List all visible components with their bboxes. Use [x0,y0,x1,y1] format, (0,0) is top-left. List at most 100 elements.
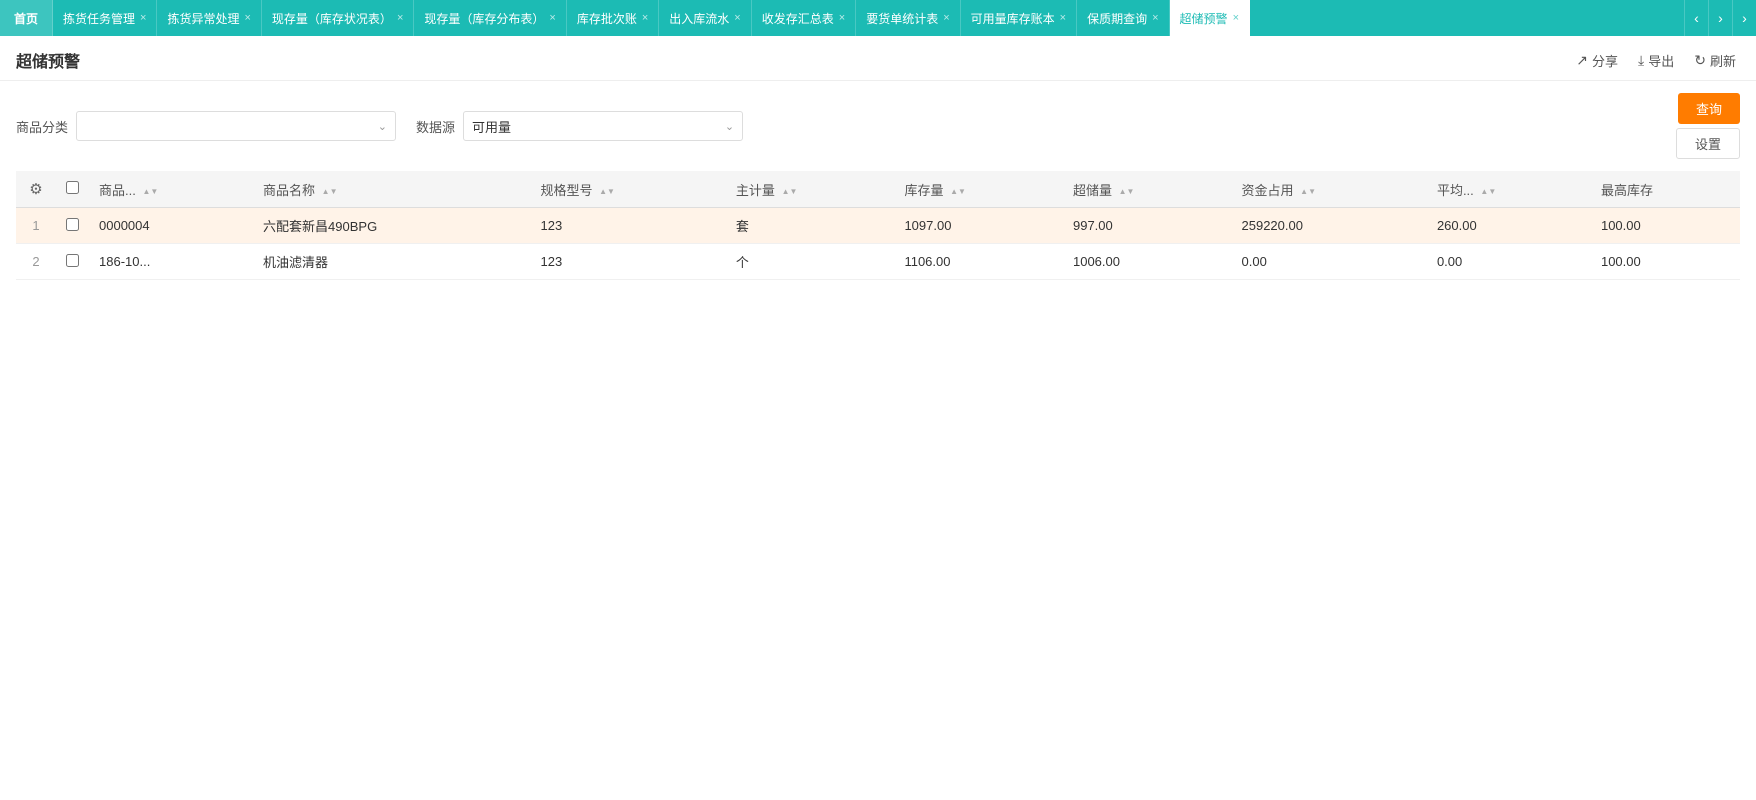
table-row: 1 0000004 六配套新昌490BPG 123 套 1097.00 997.… [16,208,1740,244]
nav-prev-arrow[interactable]: ‹ [1684,0,1708,36]
select-all-checkbox[interactable] [66,181,79,194]
nav-tab-3[interactable]: 现存量（库存状况表） × [262,0,414,36]
col-gear: ⚙ [16,171,56,208]
row-stock-1: 1106.00 [894,244,1063,280]
close-tab-6[interactable]: × [734,12,740,24]
nav-home[interactable]: 首页 [0,0,53,36]
sort-stock-icon[interactable]: ▲▼ [950,187,966,196]
col-code: 商品... ▲▼ [89,171,253,208]
sort-capital-icon[interactable]: ▲▼ [1300,187,1316,196]
table-body: 1 0000004 六配套新昌490BPG 123 套 1097.00 997.… [16,208,1740,280]
close-tab-3[interactable]: × [397,12,403,24]
nav-next-arrow[interactable]: › [1708,0,1732,36]
nav-bar: 首页 拣货任务管理 × 拣货异常处理 × 现存量（库存状况表） × 现存量（库存… [0,0,1756,36]
sort-overflow-icon[interactable]: ▲▼ [1119,187,1135,196]
nav-tab-7[interactable]: 收发存汇总表 × [752,0,856,36]
row-avg-0: 260.00 [1427,208,1591,244]
row-checkbox-cell-0 [56,208,89,244]
row-maxstock-1: 100.00 [1591,244,1740,280]
export-icon: ⤓ [1638,52,1644,69]
table-header-row: ⚙ 商品... ▲▼ 商品名称 ▲▼ 规格型号 ▲▼ [16,171,1740,208]
table-container: ⚙ 商品... ▲▼ 商品名称 ▲▼ 规格型号 ▲▼ [0,171,1756,280]
col-unit: 主计量 ▲▼ [726,171,895,208]
row-spec-1: 123 [531,244,726,280]
row-code-0: 0000004 [89,208,253,244]
nav-tab-5[interactable]: 库存批次账 × [567,0,659,36]
page-title: 超储预警 [16,48,80,72]
gear-icon[interactable]: ⚙ [26,179,46,199]
filter-area: 商品分类 ⌄ 数据源 可用量 ⌄ 查询 设置 [0,81,1756,171]
table-row: 2 186-10... 机油滤清器 123 个 1106.00 1006.00 … [16,244,1740,280]
close-tab-4[interactable]: × [549,12,555,24]
close-tab-5[interactable]: × [642,12,648,24]
row-name-1: 机油滤清器 [253,244,530,280]
datasource-select-value: 可用量 [472,117,511,136]
col-avg: 平均... ▲▼ [1427,171,1591,208]
nav-more-arrow[interactable]: › [1732,0,1756,36]
nav-tab-11-active[interactable]: 超储预警 × [1170,0,1250,36]
data-table: ⚙ 商品... ▲▼ 商品名称 ▲▼ 规格型号 ▲▼ [16,171,1740,280]
datasource-chevron-icon: ⌄ [725,120,734,133]
col-overflow: 超储量 ▲▼ [1063,171,1232,208]
nav-tab-8[interactable]: 要货单统计表 × [856,0,960,36]
export-button[interactable]: ⤓ 导出 [1634,49,1678,72]
row-num-0: 1 [16,208,56,244]
sort-unit-icon[interactable]: ▲▼ [782,187,798,196]
close-tab-10[interactable]: × [1152,12,1158,24]
row-spec-0: 123 [531,208,726,244]
close-tab-2[interactable]: × [244,12,250,24]
share-button[interactable]: ↗ 分享 [1572,49,1622,72]
nav-tab-6[interactable]: 出入库流水 × [659,0,751,36]
query-button[interactable]: 查询 [1678,93,1740,124]
row-avg-1: 0.00 [1427,244,1591,280]
col-max-stock: 最高库存 [1591,171,1740,208]
datasource-select[interactable]: 可用量 ⌄ [463,111,743,141]
row-checkbox-1[interactable] [66,254,79,267]
close-tab-9[interactable]: × [1060,12,1066,24]
row-maxstock-0: 100.00 [1591,208,1740,244]
row-capital-0: 259220.00 [1232,208,1427,244]
col-name: 商品名称 ▲▼ [253,171,530,208]
nav-tab-10[interactable]: 保质期查询 × [1077,0,1169,36]
row-name-0: 六配套新昌490BPG [253,208,530,244]
col-spec: 规格型号 ▲▼ [531,171,726,208]
nav-tab-4[interactable]: 现存量（库存分布表） × [414,0,566,36]
row-capital-1: 0.00 [1232,244,1427,280]
header-actions: ↗ 分享 ⤓ 导出 ↻ 刷新 [1572,49,1740,72]
nav-tab-2[interactable]: 拣货异常处理 × [157,0,261,36]
filter-group-datasource: 数据源 可用量 ⌄ [416,111,743,141]
row-overflow-1: 1006.00 [1063,244,1232,280]
category-chevron-icon: ⌄ [378,120,387,133]
row-checkbox-cell-1 [56,244,89,280]
col-stock: 库存量 ▲▼ [894,171,1063,208]
row-num-1: 2 [16,244,56,280]
row-overflow-0: 997.00 [1063,208,1232,244]
close-tab-7[interactable]: × [839,12,845,24]
sort-avg-icon[interactable]: ▲▼ [1480,187,1496,196]
page-header: 超储预警 ↗ 分享 ⤓ 导出 ↻ 刷新 [0,36,1756,81]
sort-name-icon[interactable]: ▲▼ [322,187,338,196]
filter-group-category: 商品分类 ⌄ [16,111,396,141]
row-code-1: 186-10... [89,244,253,280]
datasource-label: 数据源 [416,117,455,136]
sort-code-icon[interactable]: ▲▼ [142,187,158,196]
nav-arrows: ‹ › › [1684,0,1756,36]
nav-tab-9[interactable]: 可用量库存账本 × [961,0,1077,36]
nav-tab-1[interactable]: 拣货任务管理 × [53,0,157,36]
row-stock-0: 1097.00 [894,208,1063,244]
close-tab-1[interactable]: × [140,12,146,24]
col-checkbox-header [56,171,89,208]
col-capital: 资金占用 ▲▼ [1232,171,1427,208]
refresh-button[interactable]: ↻ 刷新 [1690,49,1740,72]
settings-button[interactable]: 设置 [1676,128,1740,159]
category-select[interactable]: ⌄ [76,111,396,141]
close-tab-11[interactable]: × [1233,12,1239,24]
row-checkbox-0[interactable] [66,218,79,231]
close-tab-8[interactable]: × [943,12,949,24]
page-container: 超储预警 ↗ 分享 ⤓ 导出 ↻ 刷新 商品分类 ⌄ 数据源 [0,36,1756,800]
sort-spec-icon[interactable]: ▲▼ [599,187,615,196]
share-icon: ↗ [1576,52,1588,69]
refresh-icon: ↻ [1694,52,1706,69]
row-unit-1: 个 [726,244,895,280]
category-label: 商品分类 [16,117,68,136]
